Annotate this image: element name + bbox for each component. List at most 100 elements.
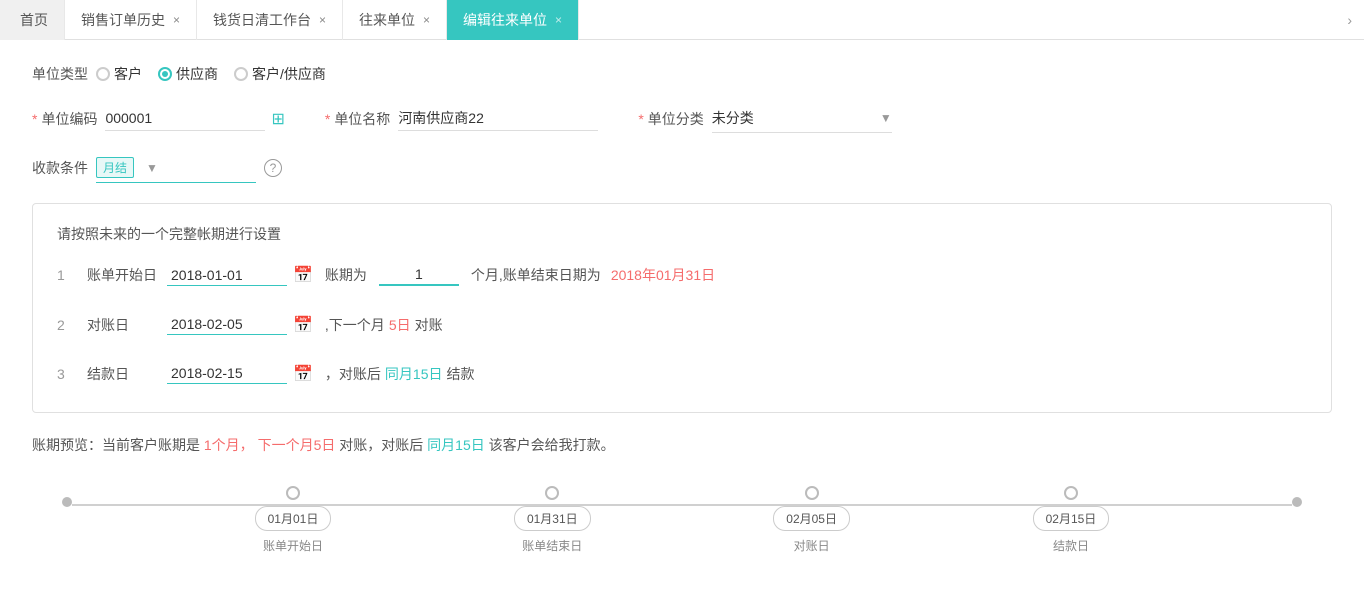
end-cap-dot (1292, 497, 1302, 507)
node-label-3: 对账日 (794, 537, 830, 554)
tabs-bar: 首页 销售订单历史 × 钱货日清工作台 × 往来单位 × 编辑往来单位 × › (0, 0, 1364, 40)
preview-label: 账期预览：当前客户账期是 (32, 437, 200, 453)
unit-code-input[interactable] (105, 106, 265, 131)
preview-part5: 该客户会给我打款。 (489, 437, 615, 453)
payment-terms-dropdown[interactable]: 月结 ▼ (96, 153, 256, 183)
end-date-highlight: 2018年01月31日 (611, 265, 715, 285)
node-label-2: 账单结束日 (522, 537, 582, 554)
timeline-start (62, 486, 72, 507)
preview-part2: 下一个月5日 (258, 437, 336, 453)
preview-text: 账期预览：当前客户账期是 1个月， 下一个月5日 对账，对账后 同月15日 该客… (32, 433, 1332, 458)
tabs-right-arrow[interactable]: › (1335, 12, 1364, 28)
calendar-icon-1[interactable]: 📅 (293, 265, 313, 285)
unit-name-input[interactable] (398, 106, 598, 131)
preview-part4: 同月15日 (427, 437, 485, 453)
unit-info-row: * 单位编码 ⊞ * 单位名称 * 单位分类 未分类 ▼ (32, 104, 1332, 133)
timeline-container: 01月01日 账单开始日 01月31日 账单结束日 02月05日 对账日 (32, 486, 1332, 554)
calendar-icon-3[interactable]: 📅 (293, 364, 313, 384)
field-label-2: 对账日 (87, 315, 167, 335)
close-icon[interactable]: × (319, 13, 326, 27)
reconcile-date-input[interactable] (167, 314, 287, 335)
row-num-1: 1 (57, 267, 87, 283)
period-unit: 个月,账单结束日期为 (471, 265, 601, 285)
timeline-node-1: 01月01日 账单开始日 (255, 486, 332, 554)
radio-circle-supplier (158, 67, 172, 81)
settle-suffix: 结款 (447, 364, 475, 384)
node-date-3: 02月05日 (773, 506, 850, 531)
node-dot-2 (545, 486, 559, 500)
reconcile-prefix: ,下一个月 (325, 315, 385, 335)
content-area: 单位类型 客户 供应商 客户/供应商 * 单位编码 (0, 40, 1364, 608)
radio-customer[interactable]: 客户 (96, 64, 142, 84)
period-input[interactable] (379, 264, 459, 286)
close-icon[interactable]: × (173, 13, 180, 27)
chevron-down-icon: ▼ (880, 111, 892, 125)
start-cap-dot (62, 497, 72, 507)
unit-category-group: * 单位分类 未分类 ▼ (638, 104, 891, 133)
suffix-text-1: 账期为 (325, 265, 367, 285)
setting-row-1: 1 账单开始日 📅 账期为 个月,账单结束日期为 2018年01月31日 (57, 264, 1307, 286)
unit-category-dropdown[interactable]: 未分类 ▼ (712, 104, 892, 133)
tab-cash-work[interactable]: 钱货日清工作台 × (197, 0, 343, 40)
node-label-4: 结款日 (1053, 537, 1089, 554)
timeline-node-2: 01月31日 账单结束日 (514, 486, 591, 554)
help-icon[interactable]: ? (264, 159, 282, 177)
radio-customer-label: 客户 (114, 64, 142, 84)
unit-code-group: * 单位编码 ⊞ (32, 106, 285, 131)
timeline-node-4: 02月15日 结款日 (1033, 486, 1110, 554)
radio-circle-customer (96, 67, 110, 81)
node-dot-1 (286, 486, 300, 500)
tab-sales-history[interactable]: 销售订单历史 × (65, 0, 197, 40)
radio-both[interactable]: 客户/供应商 (234, 64, 326, 84)
settle-highlight: 同月15日 (385, 364, 443, 384)
node-date-4: 02月15日 (1033, 506, 1110, 531)
radio-supplier[interactable]: 供应商 (158, 64, 218, 84)
preview-part1: 1个月， (204, 437, 254, 453)
timeline-nodes: 01月01日 账单开始日 01月31日 账单结束日 02月05日 对账日 (62, 486, 1302, 554)
row-num-2: 2 (57, 317, 87, 333)
payment-terms-group: 收款条件 月结 ▼ ? (32, 153, 282, 183)
radio-circle-both (234, 67, 248, 81)
calendar-icon-2[interactable]: 📅 (293, 315, 313, 335)
required-star2: * (325, 111, 330, 127)
timeline-node-3: 02月05日 对账日 (773, 486, 850, 554)
payment-terms-label: 收款条件 (32, 158, 88, 178)
node-dot-3 (805, 486, 819, 500)
radio-both-label: 客户/供应商 (252, 64, 326, 84)
reconcile-highlight: 5日 (389, 315, 411, 335)
unit-name-group: * 单位名称 (325, 106, 598, 131)
setting-row-3: 3 结款日 📅 ，对账后 同月15日 结款 (57, 363, 1307, 384)
settle-date-input[interactable] (167, 363, 287, 384)
required-star: * (32, 111, 37, 127)
unit-type-group: 单位类型 客户 供应商 客户/供应商 (32, 64, 326, 84)
unit-type-row: 单位类型 客户 供应商 客户/供应商 (32, 64, 1332, 84)
tab-partner-unit[interactable]: 往来单位 × (343, 0, 447, 40)
node-date-1: 01月01日 (255, 506, 332, 531)
copy-icon[interactable]: ⊞ (271, 109, 284, 129)
node-date-2: 01月31日 (514, 506, 591, 531)
payment-terms-tag: 月结 (96, 157, 134, 178)
radio-group: 客户 供应商 客户/供应商 (96, 64, 326, 84)
close-icon[interactable]: × (555, 13, 562, 27)
section-title: 请按照未来的一个完整帐期进行设置 (57, 224, 1307, 244)
chevron-down-icon2: ▼ (146, 161, 158, 175)
field-label-3: 结款日 (87, 364, 167, 384)
close-icon[interactable]: × (423, 13, 430, 27)
unit-name-label: 单位名称 (334, 109, 390, 129)
unit-type-label: 单位类型 (32, 64, 88, 84)
radio-supplier-label: 供应商 (176, 64, 218, 84)
tab-home[interactable]: 首页 (0, 0, 65, 40)
reconcile-suffix: 对账 (415, 315, 443, 335)
period-settings-section: 请按照未来的一个完整帐期进行设置 1 账单开始日 📅 账期为 个月,账单结束日期… (32, 203, 1332, 413)
unit-category-value: 未分类 (712, 108, 872, 128)
unit-code-label: 单位编码 (41, 109, 97, 129)
start-date-input[interactable] (167, 265, 287, 286)
node-label-1: 账单开始日 (263, 537, 323, 554)
preview-part3: 对账，对账后 (339, 437, 423, 453)
settle-prefix: ，对账后 (325, 364, 381, 384)
required-star3: * (638, 111, 643, 127)
node-dot-4 (1064, 486, 1078, 500)
payment-terms-row: 收款条件 月结 ▼ ? (32, 153, 1332, 183)
tab-edit-partner[interactable]: 编辑往来单位 × (447, 0, 579, 40)
row-num-3: 3 (57, 366, 87, 382)
